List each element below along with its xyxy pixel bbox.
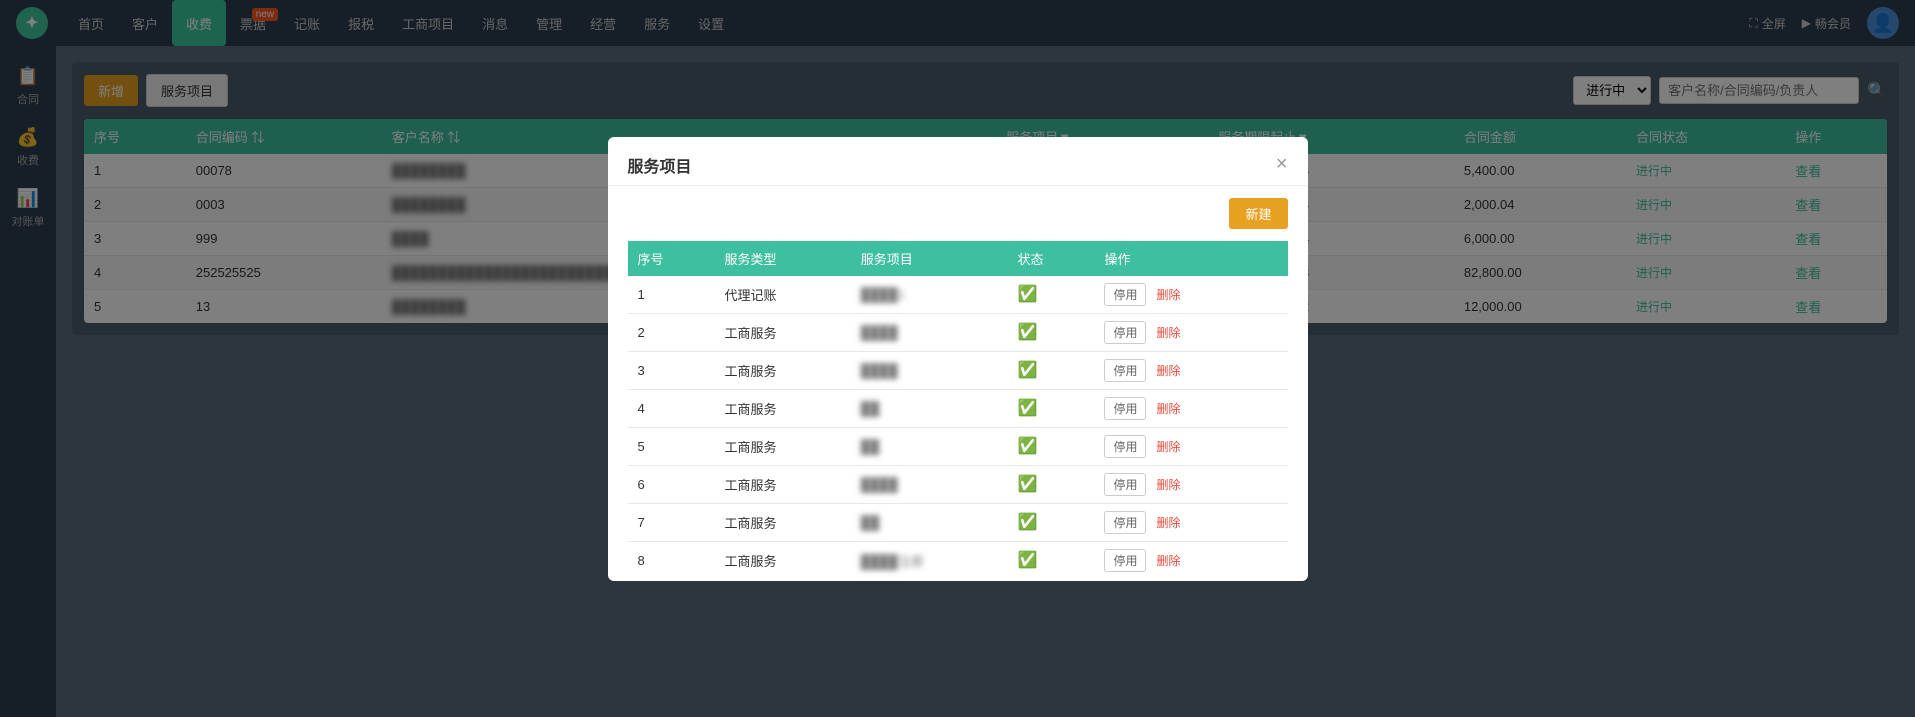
modal-table-row: 1 代理记账 ████1 ✅ 停用 删除	[628, 276, 1288, 314]
modal-cell-seq: 1	[628, 276, 715, 314]
modal-cell-action: 停用 删除	[1094, 427, 1287, 465]
delete-button[interactable]: 删除	[1150, 436, 1186, 457]
modal-table-row: 2 工商服务 ████ ✅ 停用 删除	[628, 313, 1288, 351]
modal-cell-status: ✅	[1007, 541, 1094, 579]
modal-cell-action: 停用 删除	[1094, 313, 1287, 351]
delete-button[interactable]: 删除	[1150, 512, 1186, 533]
modal-title: 服务项目	[628, 153, 692, 177]
modal-cell-action: 停用 删除	[1094, 541, 1287, 579]
delete-button[interactable]: 删除	[1150, 322, 1186, 343]
modal-cell-type: 工商服务	[715, 503, 851, 541]
stop-button[interactable]: 停用	[1104, 359, 1146, 382]
delete-button[interactable]: 删除	[1150, 360, 1186, 381]
delete-button[interactable]: 删除	[1150, 398, 1186, 419]
modal-col-status: 状态	[1007, 241, 1094, 276]
modal-service-table: 序号 服务类型 服务项目 状态 操作 1 代理记账 ████1 ✅ 停用 删除 …	[628, 241, 1288, 579]
modal-cell-type: 代理记账	[715, 276, 851, 314]
modal-cell-item: ██	[851, 427, 1008, 465]
modal-cell-status: ✅	[1007, 503, 1094, 541]
stop-button[interactable]: 停用	[1104, 549, 1146, 572]
modal-cell-item: ████注册	[851, 541, 1008, 579]
status-check-icon: ✅	[1017, 286, 1037, 303]
modal-cell-status: ✅	[1007, 351, 1094, 389]
modal-cell-type: 工商服务	[715, 351, 851, 389]
stop-button[interactable]: 停用	[1104, 435, 1146, 458]
delete-button[interactable]: 删除	[1150, 550, 1186, 571]
modal-cell-item: ████	[851, 313, 1008, 351]
status-check-icon: ✅	[1017, 438, 1037, 455]
modal-header: 服务项目 ×	[608, 137, 1308, 186]
modal-cell-type: 工商服务	[715, 389, 851, 427]
modal-cell-seq: 4	[628, 389, 715, 427]
modal-cell-seq: 6	[628, 465, 715, 503]
modal-cell-seq: 2	[628, 313, 715, 351]
status-check-icon: ✅	[1017, 324, 1037, 341]
modal-cell-item: ████1	[851, 276, 1008, 314]
modal-table-row: 4 工商服务 ██ ✅ 停用 删除	[628, 389, 1288, 427]
modal-cell-seq: 3	[628, 351, 715, 389]
status-check-icon: ✅	[1017, 476, 1037, 493]
modal-table-row: 3 工商服务 ████ ✅ 停用 删除	[628, 351, 1288, 389]
modal-cell-status: ✅	[1007, 465, 1094, 503]
stop-button[interactable]: 停用	[1104, 321, 1146, 344]
modal-new-button[interactable]: 新建	[1229, 198, 1287, 229]
modal-cell-seq: 7	[628, 503, 715, 541]
stop-button[interactable]: 停用	[1104, 511, 1146, 534]
service-items-modal: 服务项目 × 新建 序号 服务类型 服务项目 状态 操作 1 代理记账	[608, 137, 1308, 581]
modal-table-row: 5 工商服务 ██ ✅ 停用 删除	[628, 427, 1288, 465]
modal-cell-type: 工商服务	[715, 465, 851, 503]
delete-button[interactable]: 删除	[1150, 284, 1186, 305]
modal-cell-type: 工商服务	[715, 541, 851, 579]
modal-cell-status: ✅	[1007, 276, 1094, 314]
modal-cell-action: 停用 删除	[1094, 465, 1287, 503]
modal-cell-type: 工商服务	[715, 313, 851, 351]
modal-cell-item: ██	[851, 389, 1008, 427]
status-check-icon: ✅	[1017, 362, 1037, 379]
stop-button[interactable]: 停用	[1104, 473, 1146, 496]
stop-button[interactable]: 停用	[1104, 397, 1146, 420]
modal-toolbar: 新建	[608, 186, 1308, 241]
modal-cell-action: 停用 删除	[1094, 351, 1287, 389]
status-check-icon: ✅	[1017, 552, 1037, 569]
modal-cell-item: ████	[851, 351, 1008, 389]
modal-cell-seq: 8	[628, 541, 715, 579]
modal-cell-item: ██	[851, 503, 1008, 541]
modal-overlay[interactable]: 服务项目 × 新建 序号 服务类型 服务项目 状态 操作 1 代理记账	[0, 0, 1915, 717]
delete-button[interactable]: 删除	[1150, 474, 1186, 495]
modal-cell-action: 停用 删除	[1094, 389, 1287, 427]
modal-cell-action: 停用 删除	[1094, 503, 1287, 541]
modal-table-row: 7 工商服务 ██ ✅ 停用 删除	[628, 503, 1288, 541]
modal-col-item: 服务项目	[851, 241, 1008, 276]
modal-cell-status: ✅	[1007, 313, 1094, 351]
modal-cell-item: ████	[851, 465, 1008, 503]
status-check-icon: ✅	[1017, 514, 1037, 531]
modal-col-type: 服务类型	[715, 241, 851, 276]
modal-table-row: 6 工商服务 ████ ✅ 停用 删除	[628, 465, 1288, 503]
modal-table-row: 8 工商服务 ████注册 ✅ 停用 删除	[628, 541, 1288, 579]
modal-col-seq: 序号	[628, 241, 715, 276]
modal-cell-seq: 5	[628, 427, 715, 465]
modal-close-button[interactable]: ×	[1276, 153, 1288, 176]
status-check-icon: ✅	[1017, 400, 1037, 417]
modal-col-action: 操作	[1094, 241, 1287, 276]
modal-table-wrap: 序号 服务类型 服务项目 状态 操作 1 代理记账 ████1 ✅ 停用 删除 …	[608, 241, 1308, 581]
modal-cell-status: ✅	[1007, 427, 1094, 465]
stop-button[interactable]: 停用	[1104, 283, 1146, 306]
modal-cell-status: ✅	[1007, 389, 1094, 427]
modal-cell-type: 工商服务	[715, 427, 851, 465]
modal-cell-action: 停用 删除	[1094, 276, 1287, 314]
